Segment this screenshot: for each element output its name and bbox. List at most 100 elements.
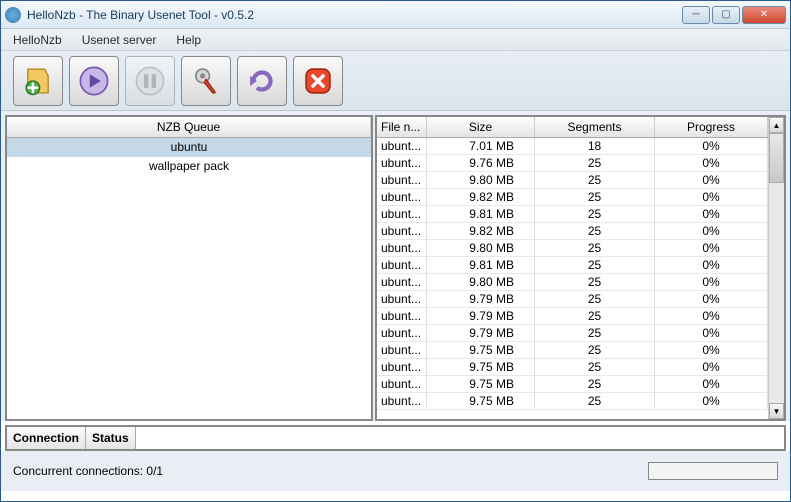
status-connection-header[interactable]: Connection xyxy=(7,427,86,449)
file-row[interactable]: ubunt...9.81 MB250% xyxy=(377,257,768,274)
menu-help[interactable]: Help xyxy=(172,31,205,49)
cell-progress: 0% xyxy=(655,138,768,154)
col-progress[interactable]: Progress xyxy=(655,117,768,137)
queue-item[interactable]: wallpaper pack xyxy=(7,157,371,176)
cell-size: 9.79 MB xyxy=(427,325,535,341)
cell-filename: ubunt... xyxy=(377,240,427,256)
pause-button xyxy=(125,56,175,106)
app-icon xyxy=(5,7,21,23)
cell-size: 9.82 MB xyxy=(427,223,535,239)
play-button[interactable] xyxy=(69,56,119,106)
cell-progress: 0% xyxy=(655,223,768,239)
file-row[interactable]: ubunt...9.79 MB250% xyxy=(377,308,768,325)
menu-usenet-server[interactable]: Usenet server xyxy=(78,31,161,49)
scroll-thumb[interactable] xyxy=(769,133,784,183)
file-row[interactable]: ubunt...9.82 MB250% xyxy=(377,223,768,240)
menubar: HelloNzb Usenet server Help xyxy=(1,29,790,51)
cell-size: 9.79 MB xyxy=(427,308,535,324)
cell-filename: ubunt... xyxy=(377,189,427,205)
file-row[interactable]: ubunt...9.79 MB250% xyxy=(377,325,768,342)
cell-size: 9.75 MB xyxy=(427,359,535,375)
file-row[interactable]: ubunt...9.75 MB250% xyxy=(377,376,768,393)
file-row[interactable]: ubunt...9.75 MB250% xyxy=(377,393,768,410)
cell-size: 9.80 MB xyxy=(427,274,535,290)
cell-segments: 25 xyxy=(535,325,655,341)
cell-size: 9.81 MB xyxy=(427,206,535,222)
cell-filename: ubunt... xyxy=(377,325,427,341)
file-row[interactable]: ubunt...9.76 MB250% xyxy=(377,155,768,172)
close-button[interactable]: ✕ xyxy=(742,6,786,24)
cell-filename: ubunt... xyxy=(377,342,427,358)
cell-progress: 0% xyxy=(655,240,768,256)
file-row[interactable]: ubunt...9.81 MB250% xyxy=(377,206,768,223)
cell-size: 9.75 MB xyxy=(427,393,535,409)
cell-filename: ubunt... xyxy=(377,359,427,375)
cell-size: 9.80 MB xyxy=(427,172,535,188)
settings-button[interactable] xyxy=(181,56,231,106)
cell-size: 9.75 MB xyxy=(427,342,535,358)
cell-progress: 0% xyxy=(655,291,768,307)
col-filename[interactable]: File n... xyxy=(377,117,427,137)
status-status-header[interactable]: Status xyxy=(86,427,136,449)
cell-progress: 0% xyxy=(655,308,768,324)
scroll-up-arrow[interactable]: ▲ xyxy=(769,117,784,133)
cell-progress: 0% xyxy=(655,206,768,222)
menu-hellonzb[interactable]: HelloNzb xyxy=(9,31,66,49)
file-row[interactable]: ubunt...9.79 MB250% xyxy=(377,291,768,308)
cell-segments: 25 xyxy=(535,291,655,307)
cell-size: 9.80 MB xyxy=(427,240,535,256)
file-row[interactable]: ubunt...9.80 MB250% xyxy=(377,172,768,189)
cell-filename: ubunt... xyxy=(377,376,427,392)
minimize-button[interactable]: ─ xyxy=(682,6,710,24)
file-list-panel: File n... Size Segments Progress ubunt..… xyxy=(375,115,786,421)
cell-filename: ubunt... xyxy=(377,206,427,222)
footer: Concurrent connections: 0/1 xyxy=(1,451,790,491)
cell-filename: ubunt... xyxy=(377,308,427,324)
cell-segments: 25 xyxy=(535,189,655,205)
cell-segments: 25 xyxy=(535,359,655,375)
overall-progress-bar xyxy=(648,462,778,480)
cell-progress: 0% xyxy=(655,274,768,290)
queue-header[interactable]: NZB Queue xyxy=(7,117,371,137)
cell-segments: 25 xyxy=(535,376,655,392)
cell-segments: 25 xyxy=(535,206,655,222)
cell-progress: 0% xyxy=(655,376,768,392)
col-size[interactable]: Size xyxy=(427,117,535,137)
queue-item[interactable]: ubuntu xyxy=(7,138,371,157)
file-row[interactable]: ubunt...9.75 MB250% xyxy=(377,359,768,376)
cell-filename: ubunt... xyxy=(377,291,427,307)
cell-size: 7.01 MB xyxy=(427,138,535,154)
file-row[interactable]: ubunt...9.75 MB250% xyxy=(377,342,768,359)
file-row[interactable]: ubunt...9.80 MB250% xyxy=(377,274,768,291)
cell-segments: 25 xyxy=(535,393,655,409)
file-row[interactable]: ubunt...7.01 MB180% xyxy=(377,138,768,155)
col-segments[interactable]: Segments xyxy=(535,117,655,137)
cell-filename: ubunt... xyxy=(377,393,427,409)
cell-filename: ubunt... xyxy=(377,172,427,188)
file-row[interactable]: ubunt...9.80 MB250% xyxy=(377,240,768,257)
cell-size: 9.75 MB xyxy=(427,376,535,392)
scroll-down-arrow[interactable]: ▼ xyxy=(769,403,784,419)
cancel-button[interactable] xyxy=(293,56,343,106)
vertical-scrollbar[interactable]: ▲ ▼ xyxy=(768,117,784,419)
cell-segments: 25 xyxy=(535,172,655,188)
cell-segments: 25 xyxy=(535,308,655,324)
connections-label: Concurrent connections: 0/1 xyxy=(13,464,648,478)
file-rows: ubunt...7.01 MB180%ubunt...9.76 MB250%ub… xyxy=(377,138,768,419)
cell-progress: 0% xyxy=(655,325,768,341)
cell-progress: 0% xyxy=(655,359,768,375)
cell-progress: 0% xyxy=(655,342,768,358)
maximize-button[interactable]: ▢ xyxy=(712,6,740,24)
status-panel: Connection Status xyxy=(5,425,786,451)
cell-progress: 0% xyxy=(655,257,768,273)
cell-segments: 25 xyxy=(535,240,655,256)
cell-progress: 0% xyxy=(655,155,768,171)
cell-filename: ubunt... xyxy=(377,155,427,171)
window-title: HelloNzb - The Binary Usenet Tool - v0.5… xyxy=(27,8,682,22)
file-row[interactable]: ubunt...9.82 MB250% xyxy=(377,189,768,206)
add-nzb-button[interactable] xyxy=(13,56,63,106)
cell-filename: ubunt... xyxy=(377,257,427,273)
retry-button[interactable] xyxy=(237,56,287,106)
cell-size: 9.79 MB xyxy=(427,291,535,307)
cell-size: 9.76 MB xyxy=(427,155,535,171)
